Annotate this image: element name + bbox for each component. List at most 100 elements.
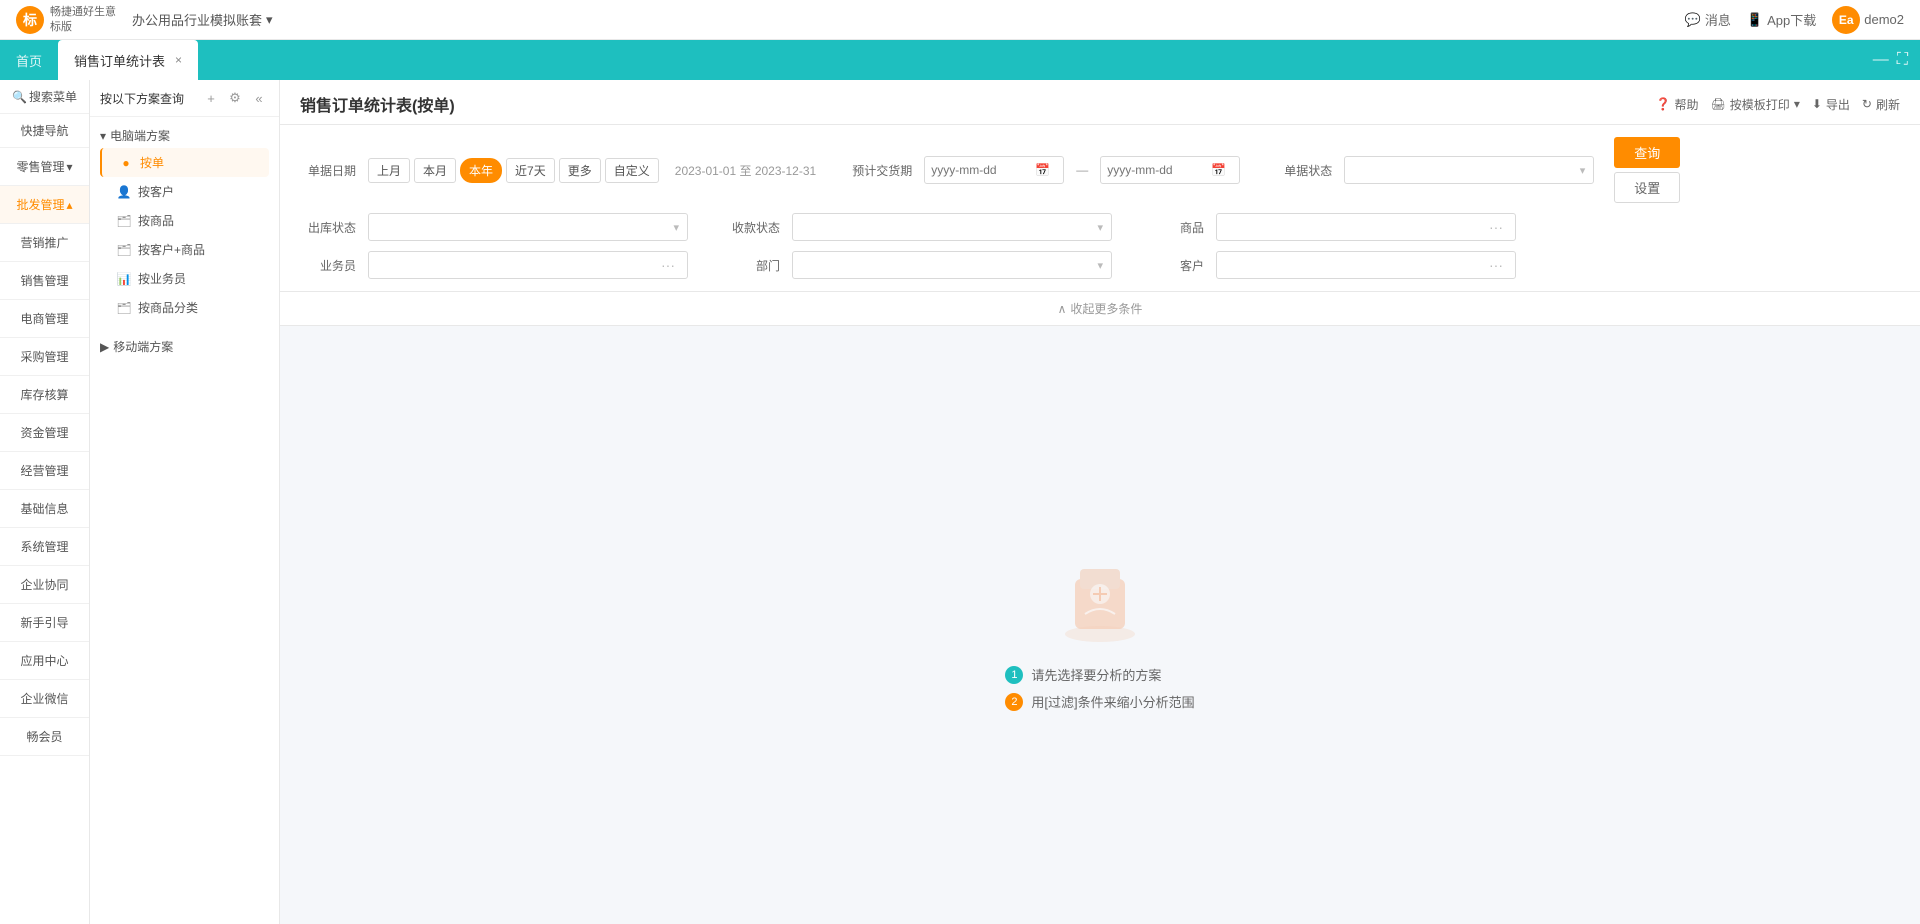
date-btn-this-year[interactable]: 本年	[460, 158, 502, 183]
date-range-text: 2023-01-01 至 2023-12-31	[675, 162, 816, 179]
sidebar-item-ecommerce[interactable]: 电商管理	[0, 300, 89, 338]
date-btn-custom[interactable]: 自定义	[605, 158, 659, 183]
set-button[interactable]: 设置	[1614, 172, 1680, 203]
user-name: demo2	[1864, 12, 1904, 27]
sidebar-quick-nav[interactable]: 快捷导航	[0, 114, 89, 148]
sidebar-item-enterprise[interactable]: 企业协同	[0, 566, 89, 604]
date-btn-this-month[interactable]: 本月	[414, 158, 456, 183]
goods-input[interactable]	[1225, 220, 1485, 234]
goods-more-icon[interactable]: ···	[1485, 219, 1507, 235]
customer-label: 客户	[1148, 257, 1204, 274]
sidebar-item-marketing[interactable]: 营销推广	[0, 224, 89, 262]
date-to-calendar-icon[interactable]: 📅	[1211, 163, 1226, 177]
sidebar-item-finance[interactable]: 资金管理	[0, 414, 89, 452]
sidebar-item-system[interactable]: 系统管理	[0, 528, 89, 566]
scheme-item-by-order[interactable]: ● 按单	[100, 148, 269, 177]
user-profile[interactable]: Ea demo2	[1832, 6, 1904, 34]
export-button[interactable]: ⬇ 导出	[1812, 96, 1850, 113]
date-btn-last-7days[interactable]: 近7天	[506, 158, 555, 183]
date-to-field[interactable]: 📅	[1100, 156, 1240, 184]
salesperson-more-icon[interactable]: ···	[657, 257, 679, 273]
tab-home[interactable]: 首页	[0, 40, 58, 80]
sidebar-item-wholesale[interactable]: 批发管理 ▴	[0, 186, 89, 224]
refresh-icon: ↻	[1862, 97, 1872, 111]
date-separator: —	[1076, 163, 1088, 177]
sidebar-item-inventory[interactable]: 库存核算	[0, 376, 89, 414]
bill-status-select[interactable]: ▾	[1344, 156, 1594, 184]
empty-hints: 1 请先选择要分析的方案 2 用[过滤]条件来缩小分析范围	[1005, 665, 1194, 711]
date-btn-last-month[interactable]: 上月	[368, 158, 410, 183]
sidebar-item-retail[interactable]: 零售管理 ▾	[0, 148, 89, 186]
customer-field[interactable]: ···	[1216, 251, 1516, 279]
app-download-button[interactable]: 📱 App下载	[1747, 10, 1816, 29]
scheme-item-by-salesperson[interactable]: 📊 按业务员	[100, 264, 269, 293]
sidebar-item-sales[interactable]: 销售管理	[0, 262, 89, 300]
receipt-status-select[interactable]: ▾	[792, 213, 1112, 241]
filter-row-3: 业务员 ··· 部门 ▾ 客户 ···	[300, 251, 1900, 279]
date-btn-more[interactable]: 更多	[559, 158, 601, 183]
retail-arrow-icon: ▾	[66, 160, 72, 174]
salesperson-field[interactable]: ···	[368, 251, 688, 279]
ship-status-select[interactable]: ▾	[368, 213, 688, 241]
sidebar-item-guide[interactable]: 新手引导	[0, 604, 89, 642]
dept-label: 部门	[724, 257, 780, 274]
customer-more-icon[interactable]: ···	[1485, 257, 1507, 273]
scheme-panel-icons: + ⚙ «	[201, 88, 269, 108]
message-button[interactable]: 💬 消息	[1685, 10, 1731, 29]
home-tab-label: 首页	[16, 51, 42, 70]
empty-illustration	[1045, 539, 1155, 649]
dept-select[interactable]: ▾	[792, 251, 1112, 279]
scheme-mobile-section-title[interactable]: ▶ 移动端方案	[100, 334, 269, 359]
scheme-desktop-section-title[interactable]: ▾ 电脑端方案	[100, 123, 269, 148]
collapse-bar[interactable]: ∧ 收起更多条件	[280, 292, 1920, 326]
date-to-input[interactable]	[1107, 163, 1207, 177]
sidebar-item-purchase[interactable]: 采购管理	[0, 338, 89, 376]
scheme-add-button[interactable]: +	[201, 88, 221, 108]
goods-label: 商品	[1148, 219, 1204, 236]
scheme-settings-button[interactable]: ⚙	[225, 88, 245, 108]
sidebar-item-member[interactable]: 畅会员	[0, 718, 89, 756]
empty-hint-1: 1 请先选择要分析的方案	[1005, 665, 1194, 684]
scheme-panel-title: 按以下方案查询	[100, 90, 197, 107]
scheme-item-by-category[interactable]: 🗂 按商品分类	[100, 293, 269, 322]
sidebar-item-operations[interactable]: 经营管理	[0, 452, 89, 490]
date-from-calendar-icon[interactable]: 📅	[1035, 163, 1050, 177]
main-content: 销售订单统计表(按单) ❓ 帮助 🖨 按模板打印 ▾ ⬇ 导出	[280, 80, 1920, 924]
workspace-selector[interactable]: 办公用品行业模拟账套 ▾	[124, 6, 281, 33]
tab-minimize-icon[interactable]: —	[1873, 51, 1889, 69]
print-button[interactable]: 🖨 按模板打印 ▾	[1711, 96, 1800, 113]
help-button[interactable]: ❓ 帮助	[1656, 96, 1699, 113]
tab-maximize-icon[interactable]: ⛶	[1897, 51, 1908, 69]
date-from-input[interactable]	[931, 163, 1031, 177]
hint-num-2: 2	[1005, 693, 1023, 711]
dept-arrow-icon: ▾	[1097, 259, 1103, 272]
query-button[interactable]: 查询	[1614, 137, 1680, 168]
tab-close-icon[interactable]: ×	[175, 53, 182, 67]
sidebar-item-basic-info[interactable]: 基础信息	[0, 490, 89, 528]
hint-num-1: 1	[1005, 666, 1023, 684]
logo-text: 标	[23, 10, 37, 30]
scheme-item-by-customer-goods[interactable]: 🗂 按客户+商品	[100, 235, 269, 264]
collapse-button[interactable]: ∧ 收起更多条件	[1058, 300, 1143, 317]
refresh-button[interactable]: ↻ 刷新	[1862, 96, 1900, 113]
scheme-collapse-button[interactable]: «	[249, 88, 269, 108]
download-icon: 📱	[1747, 12, 1763, 28]
logo-area: 标 畅捷通好生意 标版	[16, 5, 116, 34]
date-from-field[interactable]: 📅	[924, 156, 1064, 184]
tab-bar-actions: — ⛶	[1873, 51, 1920, 69]
logo-subtitle: 畅捷通好生意 标版	[50, 5, 116, 34]
scheme-item-by-goods[interactable]: 🗂 按商品	[100, 206, 269, 235]
sidebar-item-wechat[interactable]: 企业微信	[0, 680, 89, 718]
logo-icon: 标	[16, 6, 44, 34]
goods-field[interactable]: ···	[1216, 213, 1516, 241]
customer-input[interactable]	[1225, 258, 1485, 272]
collapse-label: 收起更多条件	[1070, 300, 1142, 317]
sidebar-item-app-center[interactable]: 应用中心	[0, 642, 89, 680]
top-bar-left: 标 畅捷通好生意 标版 办公用品行业模拟账套 ▾	[16, 5, 281, 34]
sidebar-search[interactable]: 🔍 搜索菜单	[0, 80, 89, 114]
tab-sales-stats[interactable]: 销售订单统计表 ×	[58, 40, 198, 80]
scheme-item-by-customer[interactable]: 👤 按客户	[100, 177, 269, 206]
receipt-status-label: 收款状态	[724, 219, 780, 236]
salesperson-input[interactable]	[377, 258, 657, 272]
by-salesperson-icon: 📊	[116, 271, 132, 287]
